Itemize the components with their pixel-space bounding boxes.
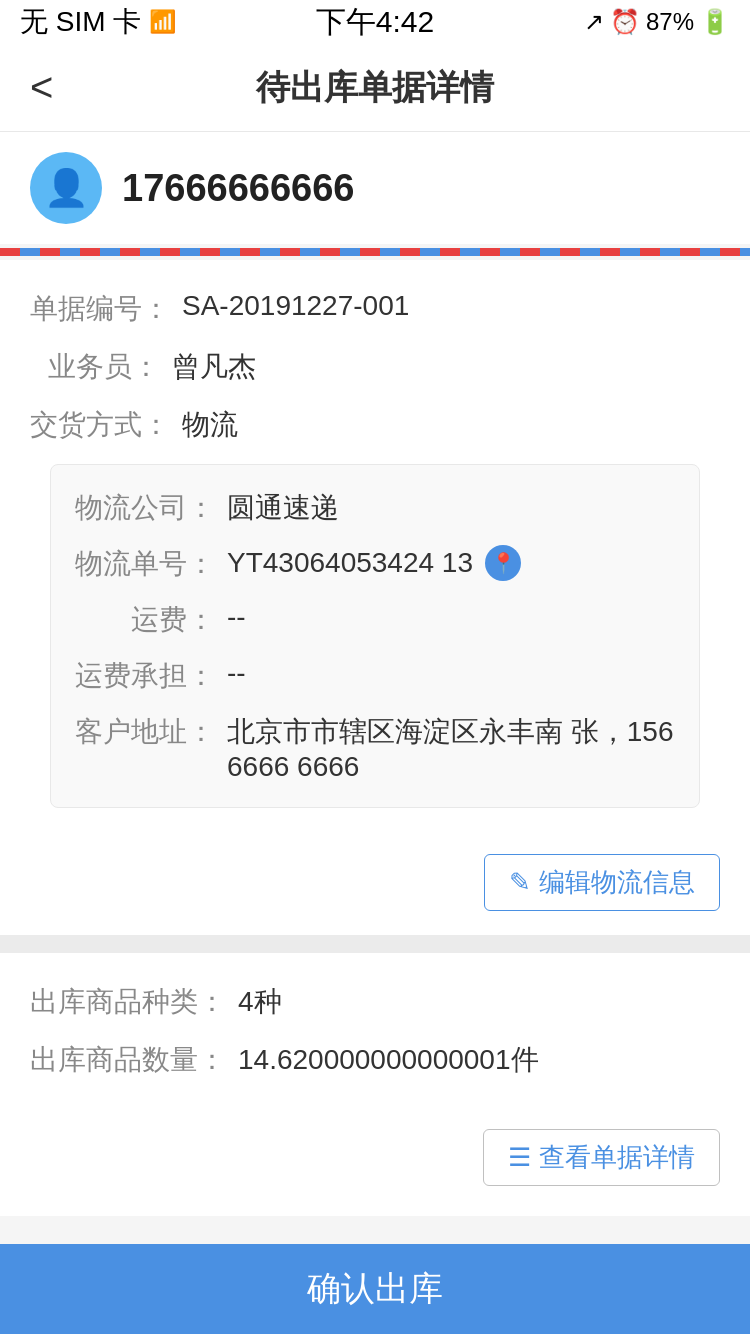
status-left: 无 SIM 卡 📶	[20, 3, 176, 41]
freight-value: --	[227, 601, 675, 633]
goods-quantity-row: 出库商品数量： 14.620000000000001件	[30, 1041, 720, 1079]
avatar: 👤	[30, 152, 102, 224]
logistics-company-label: 物流公司：	[75, 489, 215, 527]
status-bar: 无 SIM 卡 📶 下午4:42 ↗ ⏰ 87% 🔋	[0, 0, 750, 44]
nav-bar: < 待出库单据详情	[0, 44, 750, 132]
goods-section: 出库商品种类： 4种 出库商品数量： 14.620000000000001件	[0, 953, 750, 1119]
address-row: 客户地址： 北京市市辖区海淀区永丰南 张，156 6666 6666	[75, 713, 675, 783]
confirm-button-wrap[interactable]: 确认出库	[0, 1244, 750, 1334]
sales-person-row: 业务员： 曾凡杰	[30, 348, 720, 386]
address-value: 北京市市辖区海淀区永丰南 张，156 6666 6666	[227, 713, 675, 783]
edit-icon: ✎	[509, 867, 531, 898]
edit-button-label: 编辑物流信息	[539, 865, 695, 900]
edit-button-wrap: ✎ 编辑物流信息	[0, 838, 750, 935]
goods-types-value: 4种	[238, 983, 282, 1021]
delivery-method-row: 交货方式： 物流	[30, 406, 720, 444]
section-divider	[0, 935, 750, 953]
goods-quantity-value: 14.620000000000001件	[238, 1041, 539, 1079]
customer-phone: 17666666666	[122, 167, 354, 210]
wifi-icon: 📶	[149, 9, 176, 35]
goods-types-row: 出库商品种类： 4种	[30, 983, 720, 1021]
address-label: 客户地址：	[75, 713, 215, 751]
battery-text: 87%	[646, 8, 694, 36]
logistics-card: 物流公司： 圆通速递 物流单号： YT43064053424 13 📍 运费： …	[50, 464, 700, 808]
back-button[interactable]: <	[30, 55, 63, 120]
edit-logistics-button[interactable]: ✎ 编辑物流信息	[484, 854, 720, 911]
freight-bearer-value: --	[227, 657, 675, 689]
logistics-company-value: 圆通速递	[227, 489, 675, 527]
freight-label: 运费：	[75, 601, 215, 639]
tracking-number-value: YT43064053424 13 📍	[227, 545, 675, 581]
sales-person-value: 曾凡杰	[172, 348, 720, 386]
order-info-section: 单据编号： SA-20191227-001 业务员： 曾凡杰 交货方式： 物流 …	[0, 260, 750, 838]
battery-icon: 🔋	[700, 8, 730, 36]
goods-quantity-label: 出库商品数量：	[30, 1041, 226, 1079]
document-number-label: 单据编号：	[30, 290, 170, 328]
document-number-value: SA-20191227-001	[182, 290, 720, 322]
alarm-icon: ⏰	[610, 8, 640, 36]
location-status-icon: ↗	[584, 8, 604, 36]
freight-bearer-row: 运费承担： --	[75, 657, 675, 695]
delivery-method-label: 交货方式：	[30, 406, 170, 444]
dashed-divider	[0, 248, 750, 256]
tracking-number-label: 物流单号：	[75, 545, 215, 583]
view-detail-button[interactable]: ☰ 查看单据详情	[483, 1129, 720, 1186]
confirm-button-label: 确认出库	[307, 1266, 443, 1312]
freight-bearer-label: 运费承担：	[75, 657, 215, 695]
status-right: ↗ ⏰ 87% 🔋	[584, 8, 730, 36]
document-number-row: 单据编号： SA-20191227-001	[30, 290, 720, 328]
map-pin-icon[interactable]: 📍	[485, 545, 521, 581]
goods-types-label: 出库商品种类：	[30, 983, 226, 1021]
avatar-icon: 👤	[44, 167, 89, 209]
detail-button-label: 查看单据详情	[539, 1140, 695, 1175]
detail-button-wrap: ☰ 查看单据详情	[0, 1119, 750, 1216]
sales-person-label: 业务员：	[30, 348, 160, 386]
sim-text: 无 SIM 卡	[20, 3, 141, 41]
detail-icon: ☰	[508, 1142, 531, 1173]
tracking-number-row: 物流单号： YT43064053424 13 📍	[75, 545, 675, 583]
status-time: 下午4:42	[316, 2, 434, 43]
page-title: 待出库单据详情	[256, 65, 494, 111]
delivery-method-value: 物流	[182, 406, 720, 444]
freight-row: 运费： --	[75, 601, 675, 639]
customer-header: 👤 17666666666	[0, 132, 750, 244]
logistics-company-row: 物流公司： 圆通速递	[75, 489, 675, 527]
